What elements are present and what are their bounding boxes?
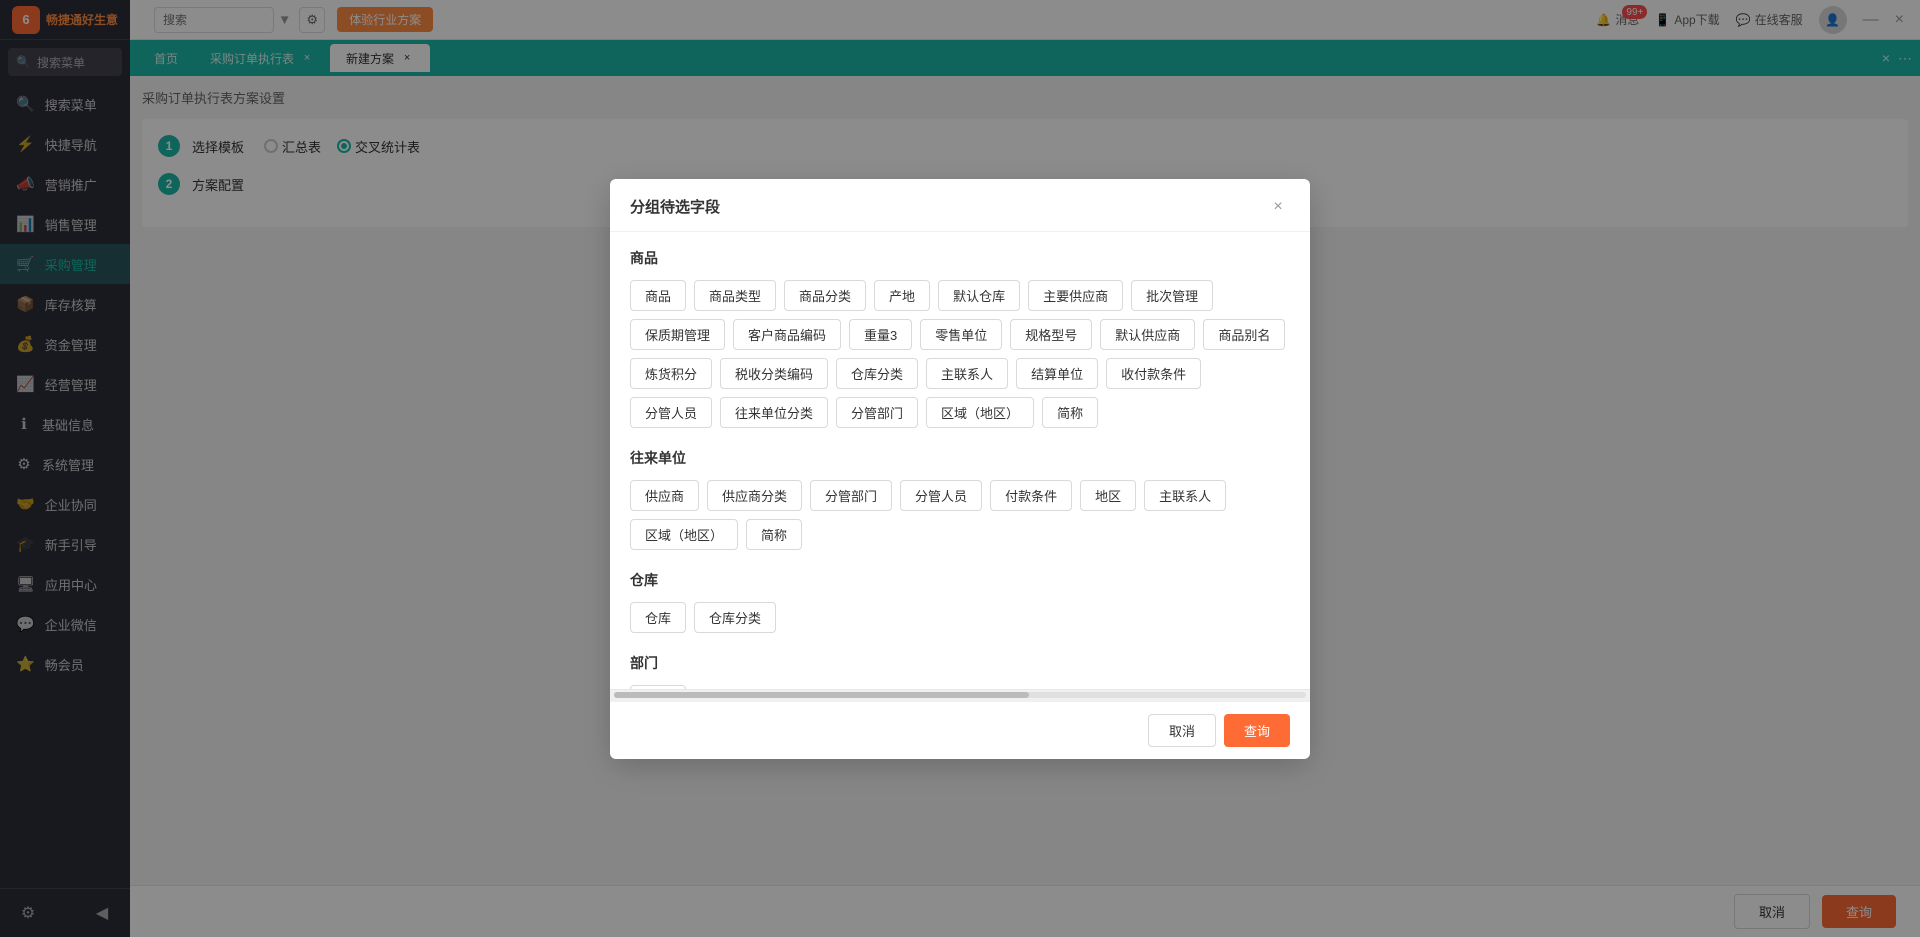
field-tag[interactable]: 分管人员 — [900, 480, 982, 511]
field-tag[interactable]: 付款条件 — [990, 480, 1072, 511]
modal-body: 商品 商品 商品类型 商品分类 产地 默认仓库 主要供应商 批次管理 保质期管理… — [610, 232, 1310, 689]
modal-horizontal-scroll[interactable] — [610, 689, 1310, 701]
field-group-dept-title: 部门 — [630, 653, 1290, 673]
field-tag[interactable]: 客户商品编码 — [733, 319, 841, 350]
field-tag[interactable]: 仓库 — [630, 602, 686, 633]
field-tag[interactable]: 收付款条件 — [1106, 358, 1201, 389]
field-tags-warehouse: 仓库 仓库分类 — [630, 602, 1290, 633]
field-tag[interactable]: 地区 — [1080, 480, 1136, 511]
field-tag[interactable]: 产地 — [874, 280, 930, 311]
field-tag[interactable]: 商品别名 — [1203, 319, 1285, 350]
hscroll-thumb — [614, 692, 1029, 698]
field-tag[interactable]: 主联系人 — [926, 358, 1008, 389]
field-tag[interactable]: 供应商分类 — [707, 480, 802, 511]
field-tags-product: 商品 商品类型 商品分类 产地 默认仓库 主要供应商 批次管理 保质期管理 客户… — [630, 280, 1290, 428]
field-group-partner: 往来单位 供应商 供应商分类 分管部门 分管人员 付款条件 地区 主联系人 区域… — [630, 448, 1290, 550]
field-tag[interactable]: 商品 — [630, 280, 686, 311]
field-group-product: 商品 商品 商品类型 商品分类 产地 默认仓库 主要供应商 批次管理 保质期管理… — [630, 248, 1290, 428]
field-tag[interactable]: 区域（地区） — [630, 519, 738, 550]
field-tag[interactable]: 结算单位 — [1016, 358, 1098, 389]
field-tag[interactable]: 仓库分类 — [694, 602, 776, 633]
field-tag[interactable]: 商品分类 — [784, 280, 866, 311]
field-tag[interactable]: 批次管理 — [1131, 280, 1213, 311]
field-tag[interactable]: 重量3 — [849, 319, 912, 350]
field-tag[interactable]: 默认仓库 — [938, 280, 1020, 311]
field-tag[interactable]: 往来单位分类 — [720, 397, 828, 428]
field-tag[interactable]: 分管部门 — [810, 480, 892, 511]
field-tag[interactable]: 规格型号 — [1010, 319, 1092, 350]
field-tag[interactable]: 区域（地区） — [926, 397, 1034, 428]
field-group-warehouse: 仓库 仓库 仓库分类 — [630, 570, 1290, 633]
field-group-dept: 部门 部门 — [630, 653, 1290, 689]
modal-title: 分组待选字段 — [630, 196, 720, 217]
hscroll-track — [614, 692, 1306, 698]
field-tag[interactable]: 分管人员 — [630, 397, 712, 428]
field-tag[interactable]: 简称 — [1042, 397, 1098, 428]
field-tag[interactable]: 仓库分类 — [836, 358, 918, 389]
field-group-partner-title: 往来单位 — [630, 448, 1290, 468]
field-tag[interactable]: 简称 — [746, 519, 802, 550]
field-tag[interactable]: 税收分类编码 — [720, 358, 828, 389]
modal-close-btn[interactable]: × — [1266, 195, 1290, 219]
field-tag[interactable]: 商品类型 — [694, 280, 776, 311]
field-group-product-title: 商品 — [630, 248, 1290, 268]
field-tag[interactable]: 分管部门 — [836, 397, 918, 428]
field-group-warehouse-title: 仓库 — [630, 570, 1290, 590]
modal-field-select: 分组待选字段 × 商品 商品 商品类型 商品分类 产地 默认仓库 主要供应商 批… — [610, 179, 1310, 759]
field-tag[interactable]: 炼货积分 — [630, 358, 712, 389]
field-tag[interactable]: 主联系人 — [1144, 480, 1226, 511]
modal-confirm-btn[interactable]: 查询 — [1224, 714, 1290, 747]
modal-header: 分组待选字段 × — [610, 179, 1310, 232]
modal-footer: 取消 查询 — [610, 701, 1310, 759]
close-icon: × — [1273, 198, 1282, 216]
modal-overlay[interactable]: 分组待选字段 × 商品 商品 商品类型 商品分类 产地 默认仓库 主要供应商 批… — [0, 0, 1920, 937]
field-tag[interactable]: 零售单位 — [920, 319, 1002, 350]
field-tags-partner: 供应商 供应商分类 分管部门 分管人员 付款条件 地区 主联系人 区域（地区） … — [630, 480, 1290, 550]
field-tag[interactable]: 供应商 — [630, 480, 699, 511]
modal-cancel-btn[interactable]: 取消 — [1148, 714, 1216, 747]
field-tag[interactable]: 保质期管理 — [630, 319, 725, 350]
field-tag[interactable]: 默认供应商 — [1100, 319, 1195, 350]
field-tag[interactable]: 主要供应商 — [1028, 280, 1123, 311]
